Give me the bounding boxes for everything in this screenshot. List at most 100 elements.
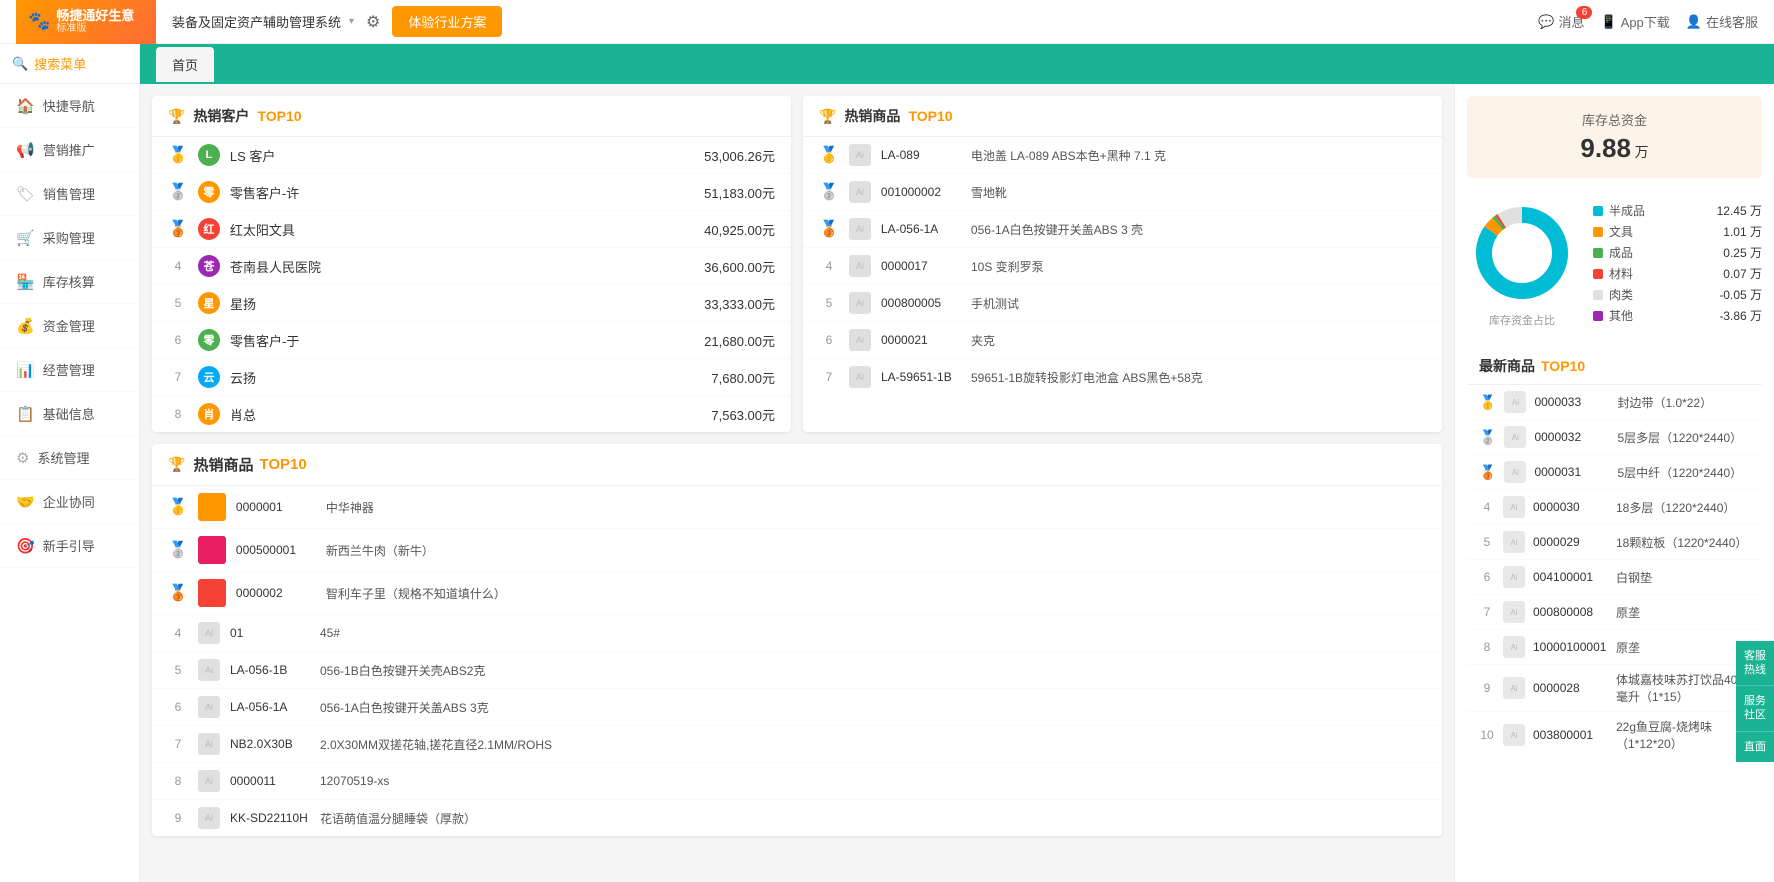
inventory-title: 库存总资金	[1483, 110, 1746, 129]
avatar: 零	[198, 181, 220, 203]
sidebar-label-purchase: 采购管理	[43, 228, 95, 247]
new-product-placeholder: Ai	[1504, 391, 1526, 413]
trophy3-icon: 🏆	[168, 456, 185, 473]
sidebar-item-operations[interactable]: 📊经营管理	[0, 348, 139, 392]
product-placeholder: Ai	[849, 181, 871, 203]
chart-label: 库存资金占比	[1467, 312, 1577, 328]
list-item: 9 Ai 0000028 体城嘉枝味苏打饮品400毫升（1*15）	[1467, 665, 1762, 712]
new-product-placeholder: Ai	[1503, 531, 1525, 553]
operations-icon: 📊	[16, 361, 35, 379]
app-download-button[interactable]: 📱 App下载	[1600, 12, 1669, 31]
sidebar-item-guide[interactable]: 🎯新手引导	[0, 524, 139, 568]
logo-main: 畅捷通好生意	[56, 8, 134, 24]
community-button[interactable]: 服务社区	[1736, 686, 1774, 732]
list-item: 10 Ai 003800001 22g鱼豆腐-烧烤味（1*12*20）	[1467, 712, 1762, 758]
rank-number: 8	[168, 407, 188, 421]
list-item: 9 Ai KK-SD22110H 花语萌值温分腿睡袋（厚款）	[152, 800, 1442, 836]
rank-number: 7	[168, 737, 188, 751]
rank-number: 8	[168, 774, 188, 788]
chevron-down-icon: ▾	[349, 16, 354, 27]
rank-number: 6	[168, 700, 188, 714]
product-code: 001000002	[881, 185, 961, 199]
sidebar-item-finance[interactable]: 💰资金管理	[0, 304, 139, 348]
right-panel: 库存总资金 9.88 万	[1454, 84, 1774, 882]
rank-number: 5	[819, 296, 839, 310]
notifications-button[interactable]: 💬 消息 6	[1538, 12, 1584, 31]
list-item: 6 Ai 004100001 白钢垫	[1467, 560, 1762, 595]
product-name: 056-1A白色按键开关盖ABS 3克	[320, 699, 1426, 716]
left-panels: 🏆 热销客户 TOP10 🥇 L LS 客户 53,006.26元 🥈 零 零售…	[140, 84, 1454, 882]
rank-number: 7	[168, 370, 188, 384]
avatar: 零	[198, 329, 220, 351]
system-selector[interactable]: 装备及固定资产辅助管理系统 ▾	[172, 12, 354, 31]
product-name: 夹克	[971, 332, 1426, 349]
sidebar-item-collab[interactable]: 🤝企业协同	[0, 480, 139, 524]
silver-medal-icon: 🥈	[1479, 429, 1496, 446]
new-product-placeholder: Ai	[1503, 566, 1525, 588]
legend-label: 成品	[1609, 244, 1717, 261]
rank-number: 6	[168, 333, 188, 347]
app-download-label: App下载	[1621, 12, 1670, 31]
donut-chart	[1467, 198, 1577, 308]
feedback-button[interactable]: 直面	[1736, 732, 1774, 762]
product-code: LA-056-1A	[230, 700, 310, 714]
customer-ranking-list: 🥇 L LS 客户 53,006.26元 🥈 零 零售客户-许 51,183.0…	[152, 137, 791, 432]
bronze-medal-icon: 🥉	[1479, 464, 1496, 481]
new-products-section: 最新商品 TOP10 🥇 Ai 0000033 封边带（1.0*22） 🥈 Ai…	[1467, 348, 1762, 758]
logo-area: 🐾 畅捷通好生意 标准版	[16, 0, 156, 44]
app-icon: 📱	[1600, 14, 1616, 30]
legend-label: 肉类	[1609, 286, 1713, 303]
list-item: 🥈 Ai 0000032 5层多层（1220*2440）	[1467, 420, 1762, 455]
product-placeholder: Ai	[198, 659, 220, 681]
content-area: 首页 🏆 热销客户 TOP10 🥇 L LS 客户 53,00	[140, 44, 1774, 882]
sidebar-item-marketing[interactable]: 📢营销推广	[0, 128, 139, 172]
search-icon: 🔍	[12, 56, 28, 72]
rank-number: 8	[1479, 640, 1495, 654]
search-label: 搜索菜单	[34, 54, 86, 73]
silver-medal-icon: 🥈	[168, 182, 188, 202]
new-product-name: 原垄	[1616, 639, 1750, 656]
avatar: 苍	[198, 255, 220, 277]
avatar: L	[198, 144, 220, 166]
marketing-icon: 📢	[16, 141, 35, 159]
logo-text: 畅捷通好生意 标准版	[56, 8, 134, 36]
list-item: 🥉 Ai LA-056-1A 056-1A白色按键开关盖ABS 3 壳	[803, 211, 1442, 248]
sidebar-search[interactable]: 🔍 搜索菜单	[0, 44, 139, 84]
trial-button[interactable]: 体验行业方案	[392, 6, 502, 37]
float-buttons: 客服热线 服务社区 直面	[1736, 641, 1774, 762]
tab-home[interactable]: 首页	[156, 47, 214, 82]
list-item: 🥈 Ai 001000002 雪地靴	[803, 174, 1442, 211]
legend-value: 1.01 万	[1723, 223, 1762, 240]
sidebar-label-inventory: 库存核算	[43, 272, 95, 291]
new-products-label: 最新商品	[1479, 356, 1535, 376]
online-service-button[interactable]: 👤 在线客服	[1686, 12, 1758, 31]
hot-products-right-header: 🏆 热销商品 TOP10	[803, 96, 1442, 137]
legend-item: 文具 1.01 万	[1593, 223, 1762, 240]
sidebar-item-basics[interactable]: 📋基础信息	[0, 392, 139, 436]
hot-products-right-panel: 🏆 热销商品 TOP10 🥇 Ai LA-089 电池盖 LA-089 ABS本…	[803, 96, 1442, 432]
list-item: 7 Ai LA-59651-1B 59651-1B旋转投影灯电池盒 ABS黑色+…	[803, 359, 1442, 395]
table-row: 7 云 云扬 7,680.00元	[152, 359, 791, 396]
legend-value: 12.45 万	[1717, 202, 1762, 219]
product-placeholder: Ai	[849, 329, 871, 351]
product-code: LA-056-1A	[881, 222, 961, 236]
silver-medal-icon: 🥈	[168, 540, 188, 560]
product-code: 0000011	[230, 774, 310, 788]
table-row: 6 零 零售客户-于 21,680.00元	[152, 322, 791, 359]
sidebar-item-purchase[interactable]: 🛒采购管理	[0, 216, 139, 260]
customer-amount: 7,680.00元	[711, 368, 775, 387]
finance-icon: 💰	[16, 317, 35, 335]
legend-label: 其他	[1609, 307, 1713, 324]
sidebar-item-system[interactable]: ⚙系统管理	[0, 436, 139, 480]
product-name: 12070519-xs	[320, 774, 1426, 788]
rank-number: 4	[168, 259, 188, 273]
sidebar-label-sales: 销售管理	[43, 184, 95, 203]
sidebar-item-sales[interactable]: 🏷销售管理	[0, 172, 139, 216]
customer-service-button[interactable]: 客服热线	[1736, 641, 1774, 687]
sidebar-item-quick-nav[interactable]: 🏠快捷导航	[0, 84, 139, 128]
sidebar-item-inventory[interactable]: 🏪库存核算	[0, 260, 139, 304]
customer-name: 肖总	[230, 405, 701, 424]
settings-button[interactable]: ⚙	[366, 12, 380, 32]
table-row: 5 星 星扬 33,333.00元	[152, 285, 791, 322]
legend-value: 0.25 万	[1723, 244, 1762, 261]
